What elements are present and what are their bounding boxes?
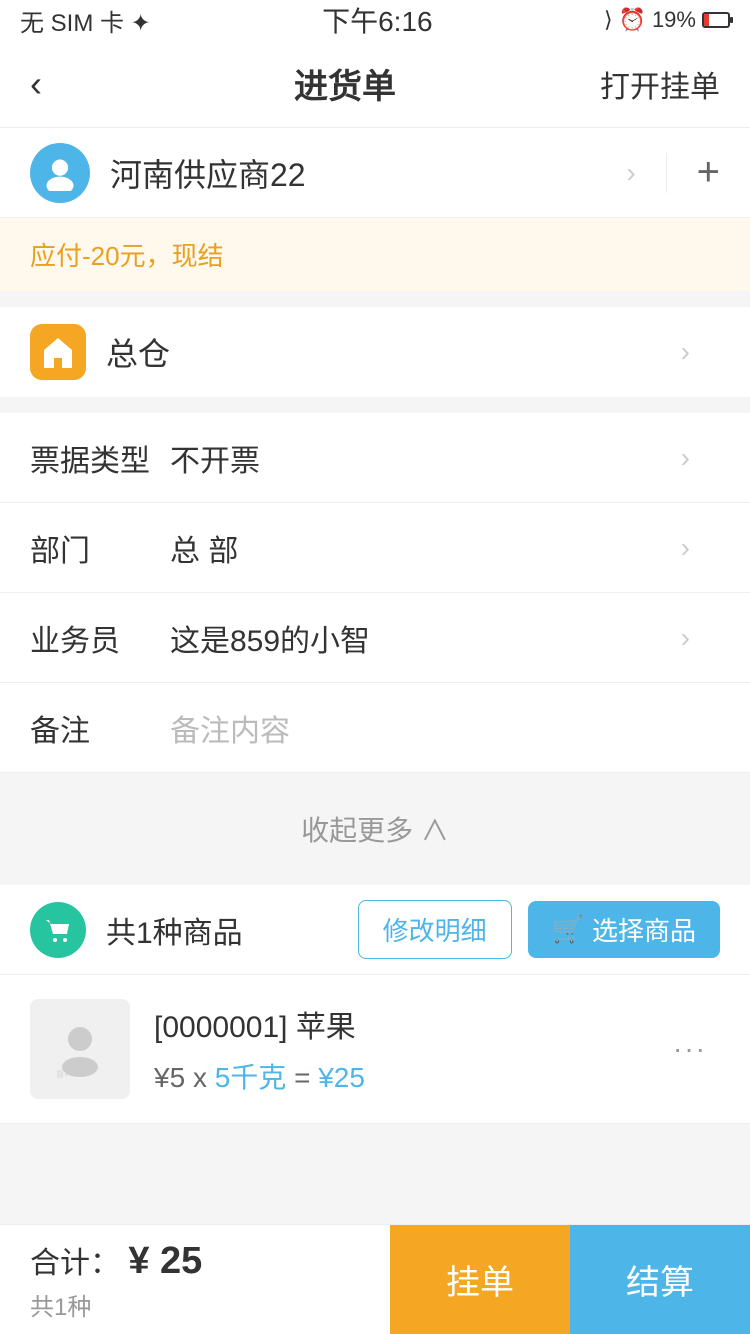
supplier-notice: 应付-20元，现结 xyxy=(0,218,750,291)
supplier-avatar xyxy=(30,143,90,203)
product-price: ¥5 x 5千克 = ¥25 xyxy=(154,1056,660,1096)
divider xyxy=(666,153,667,193)
warehouse-icon xyxy=(30,324,86,380)
open-hang-button[interactable]: 打开挂单 xyxy=(600,62,720,106)
invoice-value: 不开票 xyxy=(170,436,681,480)
quantity: 5千克 xyxy=(215,1062,287,1093)
product-code: [0000001] xyxy=(154,1011,287,1044)
total-row: 合计： ¥ 25 xyxy=(30,1238,360,1283)
select-product-button[interactable]: 🛒 选择商品 xyxy=(528,901,720,958)
total-amount: ¥ 25 xyxy=(128,1240,202,1282)
product-placeholder-icon: 督+ xyxy=(50,1019,110,1079)
supplier-row[interactable]: 河南供应商22 › + xyxy=(0,128,750,218)
collapse-button[interactable]: 收起更多 ∧ xyxy=(0,789,750,869)
product-count: 共1种商品 xyxy=(106,908,358,952)
remark-row[interactable]: 备注 备注内容 xyxy=(0,683,750,773)
select-icon: 🛒 xyxy=(552,914,584,945)
alarm-icon: ⏰ xyxy=(619,7,646,33)
supplier-card: 河南供应商22 › + 应付-20元，现结 xyxy=(0,128,750,291)
hang-button[interactable]: 挂单 xyxy=(390,1225,570,1334)
battery-level: 19% xyxy=(652,7,696,33)
warehouse-row[interactable]: 总仓 › xyxy=(0,307,750,397)
warehouse-card[interactable]: 总仓 › xyxy=(0,307,750,397)
invoice-type-row[interactable]: 票据类型 不开票 › xyxy=(0,413,750,503)
dept-row[interactable]: 部门 总 部 › xyxy=(0,503,750,593)
product-thumbnail: 督+ xyxy=(30,999,130,1099)
product-title: 苹果 xyxy=(296,1011,356,1044)
select-label: 选择商品 xyxy=(592,911,696,948)
home-icon xyxy=(40,334,76,370)
chevron-right-icon: › xyxy=(626,157,635,189)
dept-value: 总 部 xyxy=(170,526,681,570)
remark-label: 备注 xyxy=(30,706,170,750)
page-title: 进货单 xyxy=(294,59,396,108)
more-button[interactable]: ··· xyxy=(660,1029,720,1069)
edit-detail-button[interactable]: 修改明细 xyxy=(358,900,512,959)
product-card: 共1种商品 修改明细 🛒 选择商品 督+ [0000001] 苹果 xyxy=(0,885,750,1124)
product-item: 督+ [0000001] 苹果 ¥5 x 5千克 = ¥25 ··· xyxy=(0,975,750,1124)
sim-status: 无 SIM 卡 ✦ xyxy=(20,3,151,38)
location-icon: ⟩ xyxy=(604,7,613,33)
person-icon xyxy=(42,155,78,191)
form-card: 票据类型 不开票 › 部门 总 部 › 业务员 这是859的小智 › 备注 备注… xyxy=(0,413,750,773)
cart-icon xyxy=(42,914,74,946)
total-label: 合计： xyxy=(30,1247,120,1280)
sales-value: 这是859的小智 xyxy=(170,616,681,660)
remark-input[interactable]: 备注内容 xyxy=(170,706,720,750)
total-sub: 共1种 xyxy=(30,1287,360,1322)
sales-chevron-icon: › xyxy=(681,622,690,654)
battery-icon xyxy=(702,12,730,28)
checkout-button[interactable]: 结算 xyxy=(570,1225,750,1334)
back-button[interactable]: ‹ xyxy=(30,63,90,105)
multiply-sign: x xyxy=(193,1062,215,1093)
status-bar: 无 SIM 卡 ✦ 下午6:16 ⟩ ⏰ 19% xyxy=(0,0,750,40)
nav-bar: ‹ 进货单 打开挂单 xyxy=(0,40,750,128)
dept-label: 部门 xyxy=(30,526,170,570)
warehouse-name: 总仓 xyxy=(106,329,681,375)
warehouse-chevron-icon: › xyxy=(681,336,690,368)
bottom-bar: 合计： ¥ 25 共1种 挂单 结算 xyxy=(0,1224,750,1334)
equals-sign: = xyxy=(294,1062,318,1093)
main-content: 河南供应商22 › + 应付-20元，现结 总仓 › 票据类型 不开票 › 部门… xyxy=(0,128,750,1260)
subtotal: ¥25 xyxy=(318,1062,365,1093)
sales-label: 业务员 xyxy=(30,616,170,660)
supplier-name: 河南供应商22 xyxy=(110,150,626,196)
status-time: 下午6:16 xyxy=(322,0,433,40)
sales-row[interactable]: 业务员 这是859的小智 › xyxy=(0,593,750,683)
add-supplier-button[interactable]: + xyxy=(697,150,720,195)
dept-chevron-icon: › xyxy=(681,532,690,564)
product-name: [0000001] 苹果 xyxy=(154,1002,660,1046)
product-header: 共1种商品 修改明细 🛒 选择商品 xyxy=(0,885,750,975)
status-left: 无 SIM 卡 ✦ xyxy=(20,3,151,38)
product-icon xyxy=(30,902,86,958)
total-section: 合计： ¥ 25 共1种 xyxy=(0,1238,390,1322)
invoice-chevron-icon: › xyxy=(681,442,690,474)
product-info: [0000001] 苹果 ¥5 x 5千克 = ¥25 xyxy=(154,1002,660,1096)
invoice-label: 票据类型 xyxy=(30,436,170,480)
status-right: ⟩ ⏰ 19% xyxy=(604,7,730,33)
unit-price: ¥5 xyxy=(154,1062,185,1093)
svg-text:督+: 督+ xyxy=(56,1069,69,1079)
